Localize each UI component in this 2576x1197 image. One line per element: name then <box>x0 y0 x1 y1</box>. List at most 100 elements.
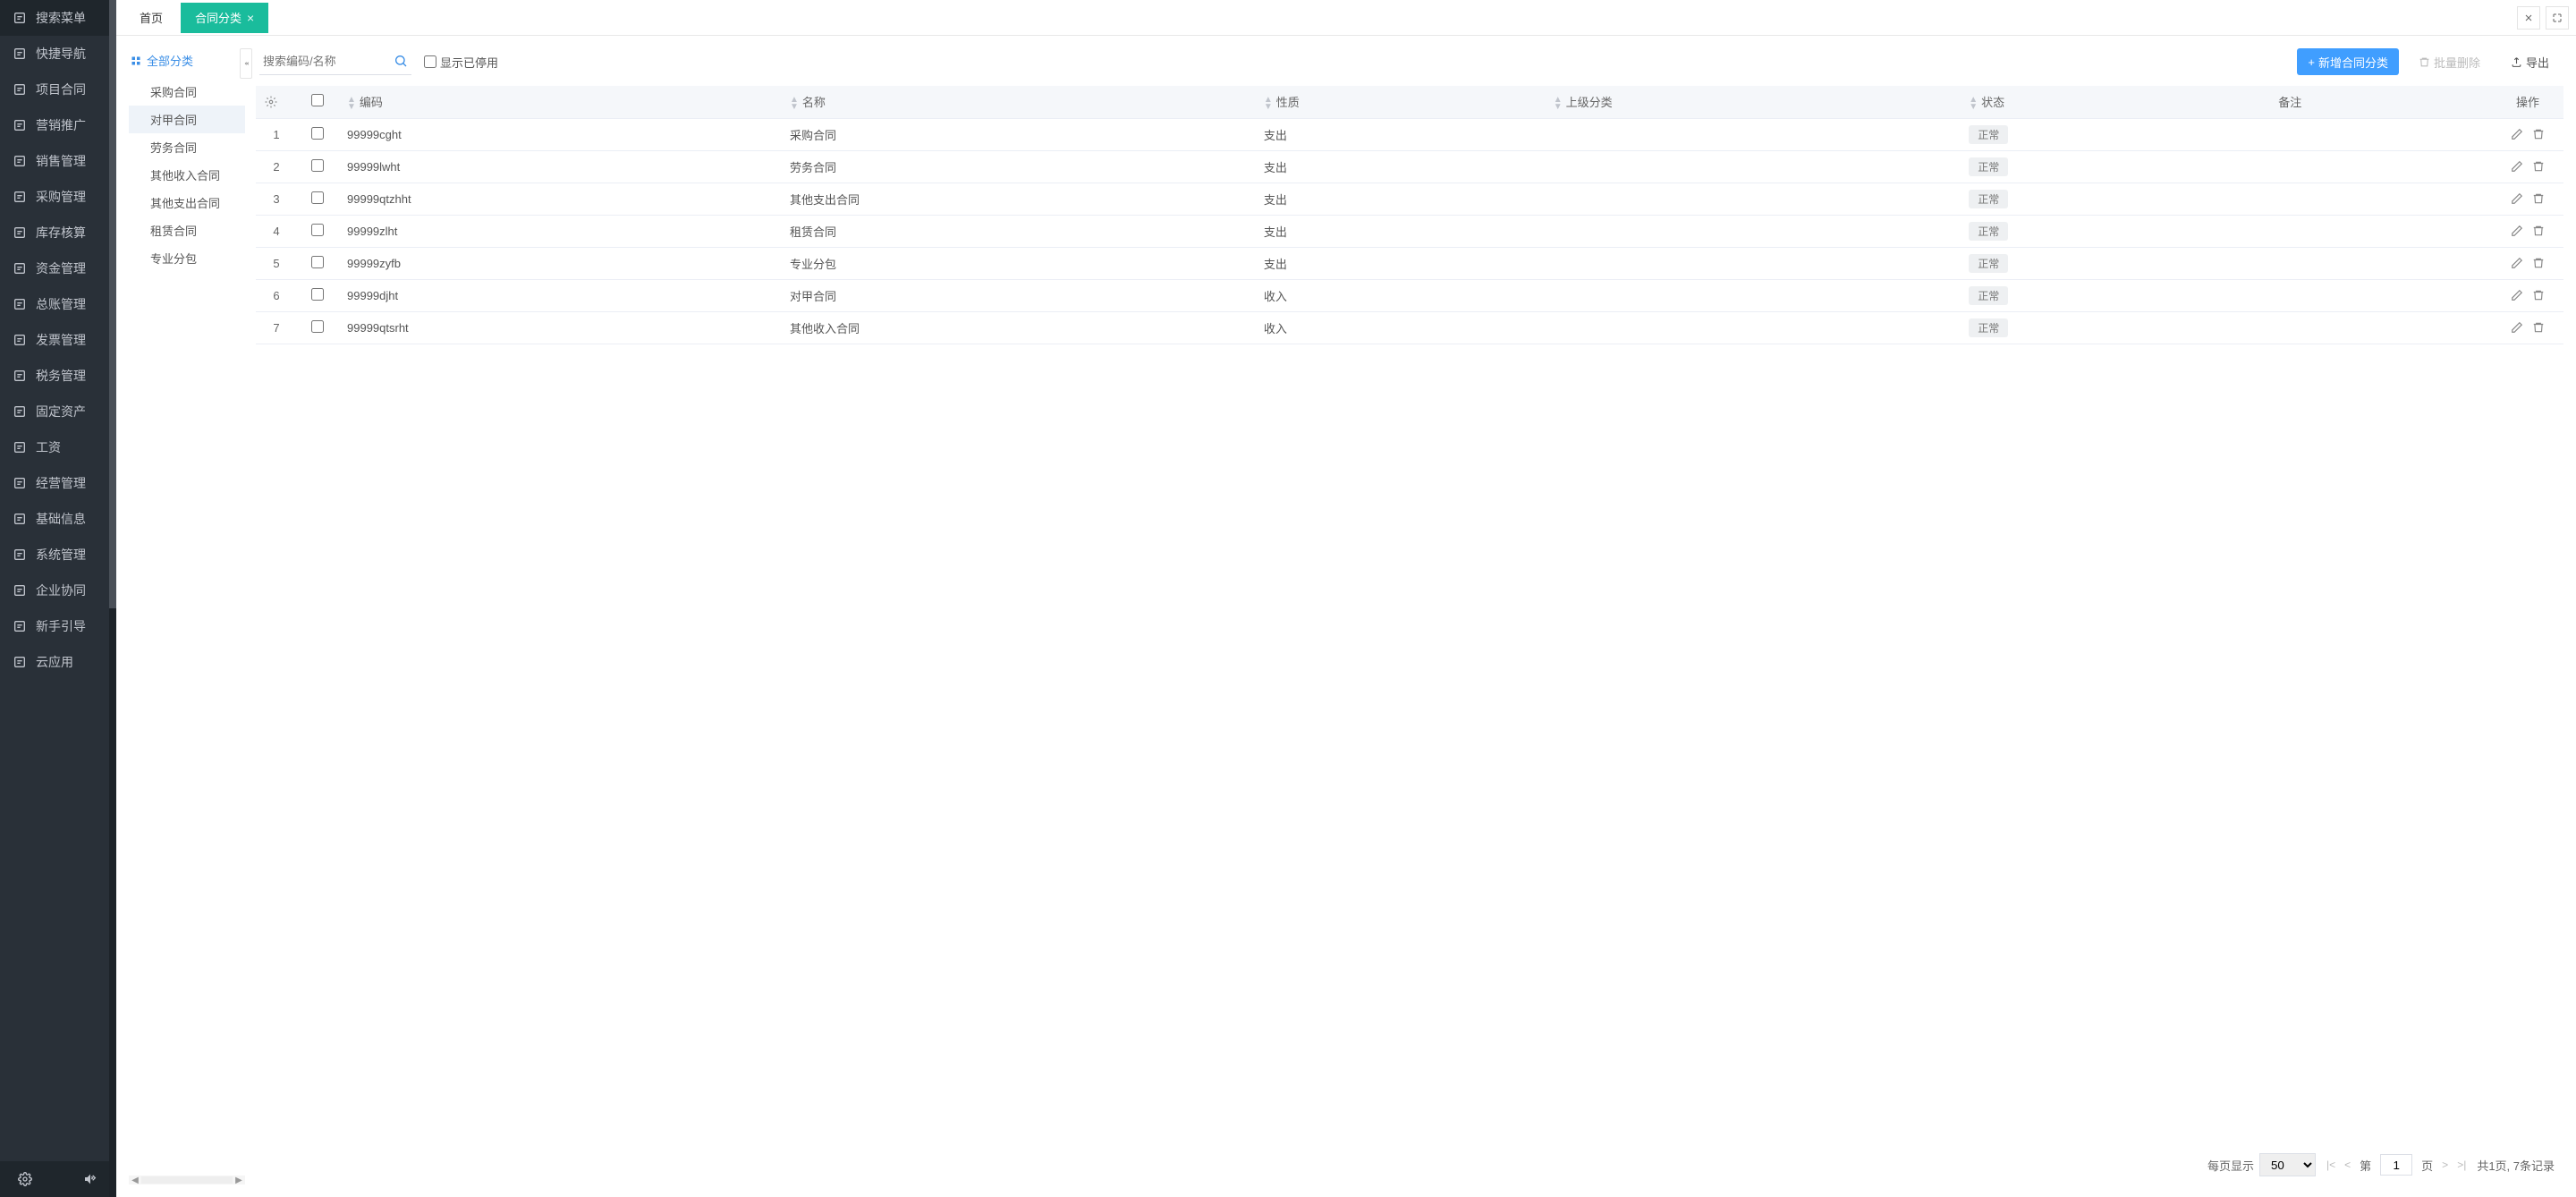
sidebar-item-0[interactable]: 搜索菜单 <box>0 0 116 36</box>
edit-icon[interactable] <box>2511 160 2523 173</box>
cell-code: 99999lwht <box>338 150 781 183</box>
close-icon[interactable]: × <box>247 11 254 25</box>
show-disabled-checkbox[interactable]: 显示已停用 <box>424 54 498 71</box>
row-checkbox[interactable] <box>311 224 324 236</box>
delete-icon[interactable] <box>2532 321 2545 334</box>
hscroll-left-icon[interactable]: ◀ <box>129 1176 141 1185</box>
col-nature[interactable]: ▲▼性质 <box>1255 86 1545 118</box>
next-page-icon[interactable]: > <box>2442 1159 2448 1171</box>
table-row: 399999qtzhht其他支出合同支出正常 <box>256 183 2563 215</box>
row-index: 3 <box>256 183 297 215</box>
category-item-1[interactable]: 对甲合同 <box>129 106 245 133</box>
row-checkbox[interactable] <box>311 159 324 172</box>
delete-icon[interactable] <box>2532 289 2545 301</box>
sidebar-item-5[interactable]: 采购管理 <box>0 179 116 215</box>
settings-icon[interactable] <box>18 1172 32 1186</box>
row-checkbox[interactable] <box>311 320 324 333</box>
last-page-icon[interactable]: >| <box>2457 1159 2466 1171</box>
row-checkbox[interactable] <box>311 191 324 204</box>
col-parent[interactable]: ▲▼上级分类 <box>1545 86 1960 118</box>
row-checkbox[interactable] <box>311 256 324 268</box>
sidebar-item-label: 快捷导航 <box>36 45 86 63</box>
sidebar-item-9[interactable]: 发票管理 <box>0 322 116 358</box>
col-remark[interactable]: 备注 <box>2269 86 2492 118</box>
row-checkbox[interactable] <box>311 288 324 301</box>
sidebar-item-label: 企业协同 <box>36 582 86 599</box>
sidebar-item-3[interactable]: 营销推广 <box>0 107 116 143</box>
cell-remark <box>2269 247 2492 279</box>
first-page-icon[interactable]: |< <box>2326 1159 2335 1171</box>
sidebar-item-18[interactable]: 云应用 <box>0 644 116 680</box>
add-button[interactable]: + 新增合同分类 <box>2297 48 2399 75</box>
category-item-4[interactable]: 其他支出合同 <box>129 189 245 216</box>
sidebar-item-17[interactable]: 新手引导 <box>0 608 116 644</box>
search-icon[interactable] <box>394 54 408 68</box>
row-index: 2 <box>256 150 297 183</box>
row-checkbox[interactable] <box>311 127 324 140</box>
sidebar-item-12[interactable]: 工资 <box>0 429 116 465</box>
cell-nature: 收入 <box>1255 311 1545 344</box>
sidebar-item-1[interactable]: 快捷导航 <box>0 36 116 72</box>
sidebar-item-10[interactable]: 税务管理 <box>0 358 116 394</box>
cell-code: 99999djht <box>338 279 781 311</box>
edit-icon[interactable] <box>2511 128 2523 140</box>
sidebar-item-16[interactable]: 企业协同 <box>0 573 116 608</box>
sidebar-item-4[interactable]: 销售管理 <box>0 143 116 179</box>
collapse-panel-button[interactable] <box>240 48 252 79</box>
cell-code: 99999zyfb <box>338 247 781 279</box>
sidebar-item-label: 发票管理 <box>36 331 86 349</box>
category-all[interactable]: 全部分类 <box>129 48 245 78</box>
sidebar-item-11[interactable]: 固定资产 <box>0 394 116 429</box>
tab-1[interactable]: 合同分类× <box>181 3 268 33</box>
sidebar-item-7[interactable]: 资金管理 <box>0 250 116 286</box>
col-code[interactable]: ▲▼编码 <box>338 86 781 118</box>
close-tab-button[interactable] <box>2517 6 2540 30</box>
col-name[interactable]: ▲▼名称 <box>781 86 1255 118</box>
batch-delete-label: 批量删除 <box>2434 54 2480 71</box>
sidebar-item-2[interactable]: 项目合同 <box>0 72 116 107</box>
edit-icon[interactable] <box>2511 192 2523 205</box>
page-input[interactable] <box>2380 1154 2412 1176</box>
toolbar: 显示已停用 + 新增合同分类 批量删除 <box>256 48 2563 86</box>
cell-nature: 支出 <box>1255 183 1545 215</box>
cloud-icon <box>13 655 27 669</box>
category-item-3[interactable]: 其他收入合同 <box>129 161 245 189</box>
category-item-0[interactable]: 采购合同 <box>129 78 245 106</box>
tab-0[interactable]: 首页 <box>125 3 177 33</box>
hscroll-right-icon[interactable]: ▶ <box>233 1176 245 1185</box>
page-size-select[interactable]: 50 <box>2259 1153 2316 1176</box>
prev-page-icon[interactable]: < <box>2344 1159 2351 1171</box>
sidebar-item-6[interactable]: 库存核算 <box>0 215 116 250</box>
add-button-label: 新增合同分类 <box>2318 54 2388 71</box>
category-item-2[interactable]: 劳务合同 <box>129 133 245 161</box>
cell-name: 专业分包 <box>781 247 1255 279</box>
fullscreen-button[interactable] <box>2546 6 2569 30</box>
sidebar-item-14[interactable]: 基础信息 <box>0 501 116 537</box>
category-item-5[interactable]: 租赁合同 <box>129 216 245 244</box>
sidebar-item-13[interactable]: 经营管理 <box>0 465 116 501</box>
sidebar-scrollbar[interactable] <box>109 0 116 1197</box>
delete-icon[interactable] <box>2532 192 2545 205</box>
delete-icon[interactable] <box>2532 160 2545 173</box>
edit-icon[interactable] <box>2511 289 2523 301</box>
column-settings[interactable] <box>256 86 297 118</box>
search-input[interactable] <box>259 48 411 75</box>
select-all-checkbox[interactable] <box>311 94 324 106</box>
trash-icon <box>2419 56 2430 68</box>
delete-icon[interactable] <box>2532 225 2545 237</box>
category-item-6[interactable]: 专业分包 <box>129 244 245 272</box>
delete-icon[interactable] <box>2532 128 2545 140</box>
sound-icon[interactable] <box>82 1172 98 1186</box>
edit-icon[interactable] <box>2511 225 2523 237</box>
sidebar-item-label: 税务管理 <box>36 367 86 385</box>
edit-icon[interactable] <box>2511 321 2523 334</box>
cell-nature: 收入 <box>1255 279 1545 311</box>
sidebar-item-8[interactable]: 总账管理 <box>0 286 116 322</box>
category-hscroll[interactable]: ◀ ▶ <box>129 1176 245 1184</box>
cell-nature: 支出 <box>1255 150 1545 183</box>
sidebar-item-15[interactable]: 系统管理 <box>0 537 116 573</box>
edit-icon[interactable] <box>2511 257 2523 269</box>
export-button[interactable]: 导出 <box>2500 48 2560 75</box>
delete-icon[interactable] <box>2532 257 2545 269</box>
col-status[interactable]: ▲▼状态 <box>1960 86 2269 118</box>
